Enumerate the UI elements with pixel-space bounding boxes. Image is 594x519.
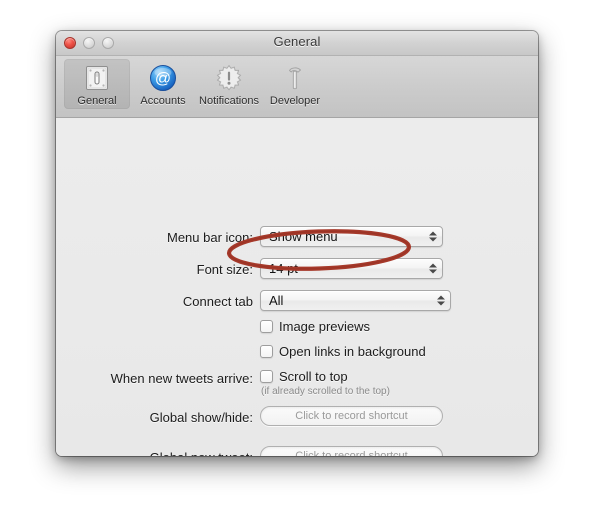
preferences-content: Menu bar icon: Show menu Font size: 14 p…: [56, 118, 538, 456]
label-global-show-hide: Global show/hide:: [149, 410, 253, 425]
stepper-arrows-icon: [436, 293, 445, 308]
toolbar-label-notifications: Notifications: [199, 95, 259, 107]
alert-badge-icon: [196, 62, 262, 94]
image-previews-checkbox[interactable]: [260, 320, 273, 333]
open-links-background-checkbox-row[interactable]: Open links in background: [260, 344, 426, 359]
toolbar-item-general[interactable]: General: [64, 59, 130, 109]
menu-bar-icon-value: Show menu: [269, 229, 338, 244]
scroll-to-top-checkbox[interactable]: [260, 370, 273, 383]
toolbar-item-developer[interactable]: Developer: [262, 59, 328, 109]
open-links-background-label: Open links in background: [279, 344, 426, 359]
font-size-popup[interactable]: 14 pt: [260, 258, 443, 279]
global-show-hide-recorder[interactable]: Click to record shortcut: [260, 406, 443, 426]
label-new-tweets-arrive: When new tweets arrive:: [110, 371, 253, 386]
scroll-to-top-hint: (if already scrolled to the top): [261, 386, 390, 397]
toolbar-item-accounts[interactable]: @ Accounts: [130, 59, 196, 109]
global-new-tweet-recorder[interactable]: Click to record shortcut: [260, 446, 443, 456]
window-titlebar: General: [56, 31, 538, 56]
toolbar-label-accounts: Accounts: [140, 95, 186, 107]
preferences-toolbar: General @ Accounts Notifications Develop…: [56, 56, 538, 118]
global-new-tweet-placeholder: Click to record shortcut: [295, 450, 408, 456]
stepper-arrows-icon: [428, 229, 437, 244]
label-menu-bar-icon: Menu bar icon:: [167, 230, 253, 245]
toolbar-item-notifications[interactable]: Notifications: [196, 59, 262, 109]
global-show-hide-placeholder: Click to record shortcut: [295, 410, 408, 422]
switch-plate-icon: [64, 62, 130, 94]
scroll-to-top-label: Scroll to top: [279, 369, 348, 384]
menu-bar-icon-popup[interactable]: Show menu: [260, 226, 443, 247]
connect-tab-value: All: [269, 293, 284, 308]
scroll-to-top-checkbox-row[interactable]: Scroll to top: [260, 369, 348, 384]
toolbar-label-general: General: [77, 95, 117, 107]
label-global-new-tweet: Global new tweet:: [56, 450, 253, 456]
toolbar-label-developer: Developer: [269, 95, 321, 107]
font-size-value: 14 pt: [269, 261, 298, 276]
image-previews-label: Image previews: [279, 319, 371, 334]
preferences-window: General General @ Accounts Notifications…: [56, 31, 538, 456]
window-title: General: [273, 34, 321, 49]
hammer-icon: [262, 62, 328, 94]
svg-text:@: @: [155, 70, 171, 87]
stepper-arrows-icon: [428, 261, 437, 276]
label-connect-tab: Connect tab: [182, 294, 253, 309]
at-sign-icon: @: [130, 62, 196, 94]
image-previews-checkbox-row[interactable]: Image previews: [260, 319, 370, 334]
label-font-size: Font size:: [196, 262, 253, 277]
connect-tab-popup[interactable]: All: [260, 290, 451, 311]
open-links-background-checkbox[interactable]: [260, 345, 273, 358]
